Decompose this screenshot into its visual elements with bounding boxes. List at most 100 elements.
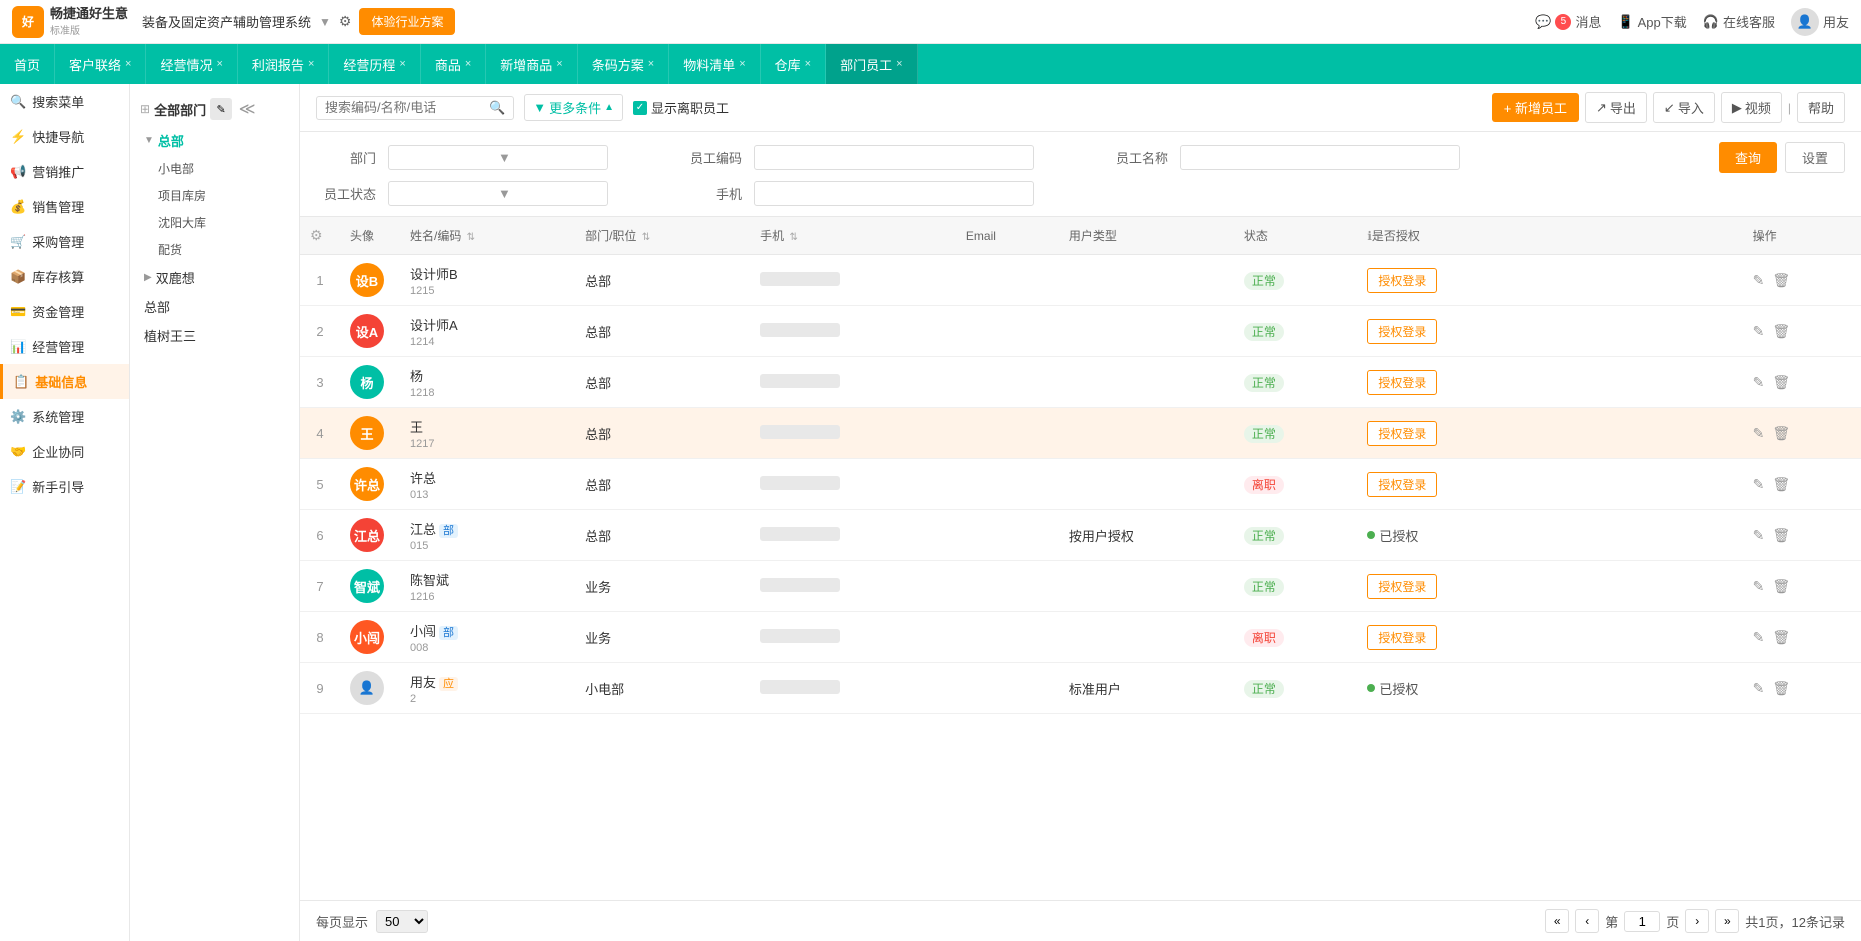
search-icon[interactable]: 🔍 — [489, 100, 505, 116]
nav-close-icon[interactable]: × — [739, 58, 745, 70]
nav-close-icon[interactable]: × — [556, 58, 562, 70]
edit-icon[interactable]: ✎ — [1753, 578, 1765, 595]
nav-close-icon[interactable]: × — [648, 58, 654, 70]
dept-sub-xiaodian[interactable]: 小电部 — [130, 155, 299, 182]
nav-item-warehouse[interactable]: 仓库 × — [761, 44, 826, 84]
message-item[interactable]: 💬 5 消息 — [1535, 12, 1601, 31]
edit-icon[interactable]: ✎ — [1753, 476, 1765, 493]
dept-edit-icon[interactable]: ✎ — [210, 98, 232, 120]
delete-icon[interactable]: 🗑 — [1772, 680, 1790, 697]
sidebar-item-marketing[interactable]: 📢 营销推广 — [0, 154, 129, 189]
dept-all-label[interactable]: 全部部门 — [154, 100, 206, 119]
nav-item-home[interactable]: 首页 — [0, 44, 55, 84]
add-employee-button[interactable]: + 新增员工 — [1492, 93, 1579, 122]
table-settings-icon[interactable]: ⚙ — [310, 227, 323, 243]
delete-icon[interactable]: 🗑 — [1772, 578, 1790, 595]
last-page-btn[interactable]: » — [1715, 909, 1739, 933]
auth-login-button[interactable]: 授权登录 — [1367, 472, 1437, 497]
user-item[interactable]: 👤 用友 — [1791, 8, 1849, 36]
delete-icon[interactable]: 🗑 — [1772, 425, 1790, 442]
emp-code-input[interactable] — [754, 145, 1034, 170]
dept-sub-peihuo[interactable]: 配货 — [130, 236, 299, 263]
view-button[interactable]: ▶ 视频 — [1721, 92, 1782, 123]
th-dept-pos[interactable]: 部门/职位 ⇅ — [575, 217, 750, 255]
sidebar-item-management[interactable]: 📊 经营管理 — [0, 329, 129, 364]
export-button[interactable]: ↗ 导出 — [1585, 92, 1647, 123]
set-button[interactable]: 设置 — [1785, 142, 1845, 173]
nav-close-icon[interactable]: × — [308, 58, 314, 70]
next-page-btn[interactable]: › — [1685, 909, 1709, 933]
nav-item-history[interactable]: 经营历程 × — [329, 44, 420, 84]
sidebar-item-finance[interactable]: 💳 资金管理 — [0, 294, 129, 329]
nav-close-icon[interactable]: × — [465, 58, 471, 70]
first-page-btn[interactable]: « — [1545, 909, 1569, 933]
sidebar-item-quicknav[interactable]: ⚡ 快捷导航 — [0, 119, 129, 154]
delete-icon[interactable]: 🗑 — [1772, 476, 1790, 493]
sidebar-item-purchase[interactable]: 🛒 采购管理 — [0, 224, 129, 259]
nav-item-material[interactable]: 物料清单 × — [669, 44, 760, 84]
auth-login-button[interactable]: 授权登录 — [1367, 319, 1437, 344]
sidebar-item-system[interactable]: ⚙️ 系统管理 — [0, 399, 129, 434]
edit-icon[interactable]: ✎ — [1753, 527, 1765, 544]
edit-icon[interactable]: ✎ — [1753, 680, 1765, 697]
delete-icon[interactable]: 🗑 — [1772, 374, 1790, 391]
nav-item-barcode[interactable]: 条码方案 × — [578, 44, 669, 84]
edit-icon[interactable]: ✎ — [1753, 374, 1765, 391]
nav-close-icon[interactable]: × — [805, 58, 811, 70]
dept-item-shuanglu[interactable]: ▶ 双鹿想 — [130, 263, 299, 292]
emp-status-select[interactable]: ▼ — [388, 181, 608, 206]
prev-page-btn[interactable]: ‹ — [1575, 909, 1599, 933]
page-input[interactable] — [1624, 911, 1660, 932]
help-button[interactable]: 帮助 — [1797, 92, 1845, 123]
online-service-item[interactable]: 🎧 在线客服 — [1703, 12, 1775, 31]
sidebar-item-collab[interactable]: 🤝 企业协同 — [0, 434, 129, 469]
filter-more-btn[interactable]: ▼ 更多条件 ▲ — [524, 94, 623, 121]
show-resigned-check[interactable]: ✓ 显示离职员工 — [633, 98, 729, 117]
nav-close-icon[interactable]: × — [216, 58, 222, 70]
settings-gear-icon[interactable]: ⚙ — [339, 13, 352, 30]
auth-login-button[interactable]: 授权登录 — [1367, 268, 1437, 293]
sidebar-item-guide[interactable]: 📝 新手引导 — [0, 469, 129, 504]
th-phone[interactable]: 手机 ⇅ — [750, 217, 956, 255]
dept-item-general[interactable]: ▼ 总部 — [130, 126, 299, 155]
edit-icon[interactable]: ✎ — [1753, 323, 1765, 340]
sidebar-item-basic[interactable]: 📋 基础信息 — [0, 364, 129, 399]
dept-item-zongbu2[interactable]: 总部 — [130, 292, 299, 321]
phone-input[interactable] — [754, 181, 1034, 206]
auth-login-button[interactable]: 授权登录 — [1367, 370, 1437, 395]
page-size-select[interactable]: 50 100 — [376, 910, 428, 933]
dept-sub-xiangmu[interactable]: 项目库房 — [130, 182, 299, 209]
auth-login-button[interactable]: 授权登录 — [1367, 574, 1437, 599]
dept-item-zhishu[interactable]: 植树王三 — [130, 321, 299, 350]
sidebar-item-sales[interactable]: 💰 销售管理 — [0, 189, 129, 224]
delete-icon[interactable]: 🗑 — [1772, 527, 1790, 544]
import-button[interactable]: ↙ 导入 — [1653, 92, 1715, 123]
auth-login-button[interactable]: 授权登录 — [1367, 625, 1437, 650]
dept-collapse-icon[interactable]: ≪ — [236, 98, 258, 120]
nav-item-goods[interactable]: 商品 × — [421, 44, 486, 84]
sidebar-item-inventory[interactable]: 📦 库存核算 — [0, 259, 129, 294]
nav-item-operation[interactable]: 经营情况 × — [146, 44, 237, 84]
th-name-code[interactable]: 姓名/编码 ⇅ — [400, 217, 575, 255]
query-button[interactable]: 查询 — [1719, 142, 1777, 173]
nav-close-icon[interactable]: × — [399, 58, 405, 70]
nav-item-customer[interactable]: 客户联络 × — [55, 44, 146, 84]
nav-close-icon[interactable]: × — [125, 58, 131, 70]
dept-filter-select[interactable]: ▼ — [388, 145, 608, 170]
delete-icon[interactable]: 🗑 — [1772, 272, 1790, 289]
nav-item-newgoods[interactable]: 新增商品 × — [486, 44, 577, 84]
delete-icon[interactable]: 🗑 — [1772, 323, 1790, 340]
edit-icon[interactable]: ✎ — [1753, 425, 1765, 442]
emp-name-input[interactable] — [1180, 145, 1460, 170]
nav-item-dept-staff[interactable]: 部门员工 × — [826, 44, 917, 84]
delete-icon[interactable]: 🗑 — [1772, 629, 1790, 646]
nav-close-icon[interactable]: × — [896, 58, 902, 70]
trial-button[interactable]: 体验行业方案 — [359, 8, 455, 35]
dropdown-arrow-icon[interactable]: ▼ — [319, 15, 331, 29]
edit-icon[interactable]: ✎ — [1753, 629, 1765, 646]
sidebar-item-search[interactable]: 🔍 搜索菜单 — [0, 84, 129, 119]
dept-sub-shenyang[interactable]: 沈阳大库 — [130, 209, 299, 236]
app-download-item[interactable]: 📱 App下载 — [1617, 12, 1686, 31]
nav-item-profit[interactable]: 利润报告 × — [238, 44, 329, 84]
search-input[interactable] — [325, 100, 485, 115]
